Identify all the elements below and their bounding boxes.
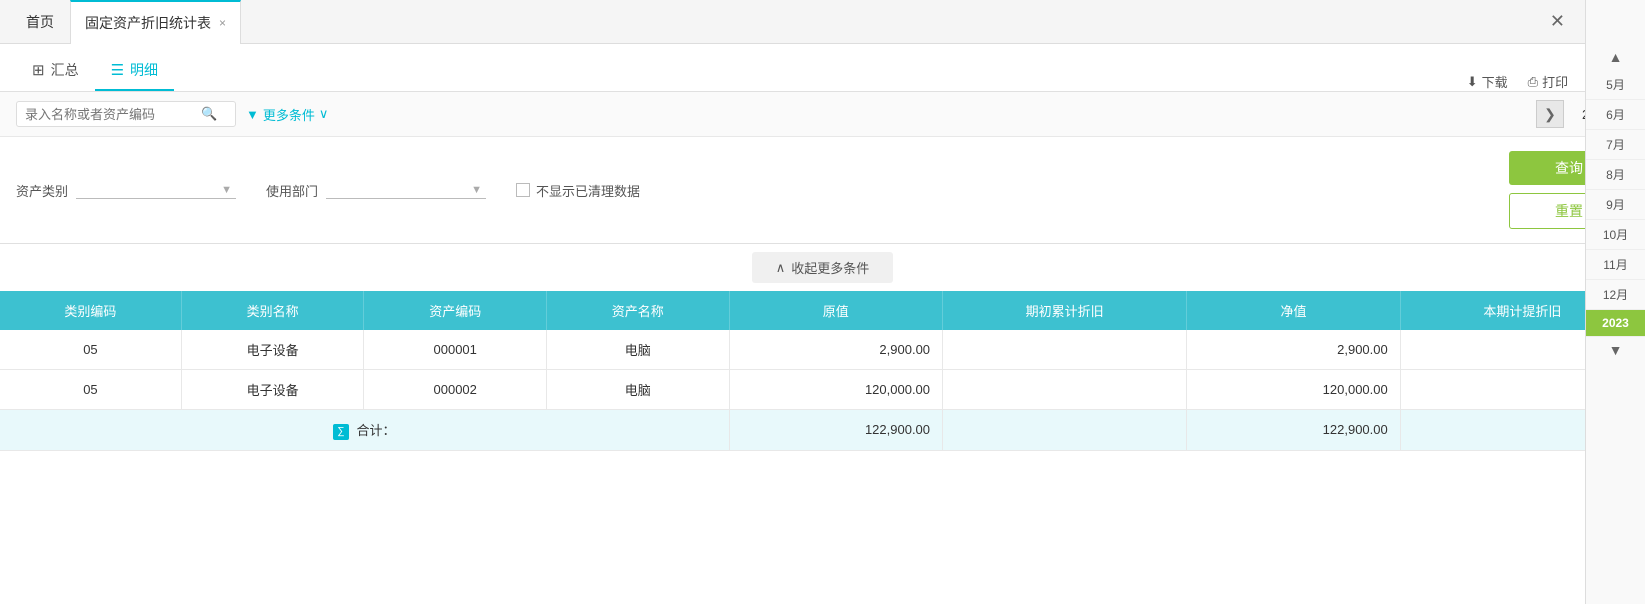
cell-accumulated-depreciation [943,370,1187,410]
department-select[interactable]: ▼ [326,182,486,199]
detail-icon: ☰ [111,61,124,79]
th-accumulated-depreciation: 期初累计折旧 [943,291,1187,330]
month-10[interactable]: 10月 [1586,220,1645,250]
hide-cleared-label: 不显示已清理数据 [536,181,640,200]
department-arrow: ▼ [471,184,482,196]
asset-category-select[interactable]: ▼ [76,182,236,199]
tab-summary-label: 汇总 [51,60,79,80]
download-label: 下载 [1482,72,1508,91]
cell-asset-code: 000002 [364,370,547,410]
summary-original-value: 122,900.00 [729,410,943,451]
cell-net-value: 120,000.00 [1187,370,1401,410]
department-filter: 使用部门 ▼ [266,181,486,200]
filter-icon: ▼ [246,107,259,122]
th-net-value: 净值 [1187,291,1401,330]
search-input-wrap[interactable]: 🔍 [16,101,236,127]
active-tab[interactable]: 固定资产折旧统计表 × [70,0,241,44]
summary-accumulated [943,410,1187,451]
month-5[interactable]: 5月 [1586,70,1645,100]
cell-original-value: 2,900.00 [729,330,943,370]
tab-close-icon[interactable]: × [219,1,226,45]
month-12[interactable]: 12月 [1586,280,1645,310]
collapse-row: ∧ 收起更多条件 [0,244,1645,291]
th-category-code: 类别编码 [0,291,181,330]
table-row: 05 电子设备 000002 电脑 120,000.00 120,000.00 [0,370,1645,410]
asset-category-arrow: ▼ [221,184,232,196]
month-7[interactable]: 7月 [1586,130,1645,160]
cell-original-value: 120,000.00 [729,370,943,410]
window-close-button[interactable]: ✕ [1550,11,1565,32]
cell-asset-name: 电脑 [546,370,729,410]
chevron-down-icon: ∨ [319,106,329,122]
print-label: 打印 [1542,72,1568,91]
tab-detail[interactable]: ☰ 明细 [95,51,174,91]
sub-tabs-bar: ⊞ 汇总 ☰ 明细 ⬇ 下载 ⎙ 打印 ↺ 刷新 [0,44,1645,92]
nav-up-button[interactable]: ▲ [1586,44,1645,70]
summary-row: ∑ 合计： 122,900.00 122,900.00 [0,410,1645,451]
nav-down-button[interactable]: ▼ [1586,337,1645,363]
home-tab[interactable]: 首页 [10,0,70,44]
summary-icon: ⊞ [32,61,45,79]
summary-label-cell: ∑ 合计： [0,410,729,451]
department-label: 使用部门 [266,181,318,200]
summary-net-value: 122,900.00 [1187,410,1401,451]
cell-asset-code: 000001 [364,330,547,370]
month-8[interactable]: 8月 [1586,160,1645,190]
cell-accumulated-depreciation [943,330,1187,370]
advanced-filter: 资产类别 ▼ 使用部门 ▼ 不显示已清理数据 查询 重置 [0,137,1645,244]
cell-asset-name: 电脑 [546,330,729,370]
chevron-up-icon: ∧ [776,260,786,276]
print-button[interactable]: ⎙ 打印 [1528,72,1568,91]
tab-summary[interactable]: ⊞ 汇总 [16,51,95,91]
cell-category-code: 05 [0,330,181,370]
cell-category-name: 电子设备 [181,330,364,370]
th-category-name: 类别名称 [181,291,364,330]
download-button[interactable]: ⬇ 下载 [1467,72,1508,91]
checkbox-box [516,183,530,197]
download-icon: ⬇ [1467,74,1478,90]
tab-detail-label: 明细 [130,60,158,80]
main-content: ⊞ 汇总 ☰ 明细 ⬇ 下载 ⎙ 打印 ↺ 刷新 🔍 [0,44,1645,604]
month-6[interactable]: 6月 [1586,100,1645,130]
th-asset-name: 资产名称 [546,291,729,330]
cell-net-value: 2,900.00 [1187,330,1401,370]
nav-right-arrow[interactable]: ❯ [1536,100,1564,128]
right-panel: ▲ 5月 6月 7月 8月 9月 10月 11月 12月 2023 ▼ [1585,0,1645,604]
print-icon: ⎙ [1528,74,1538,90]
th-original-value: 原值 [729,291,943,330]
table-wrap: 类别编码 类别名称 资产编码 资产名称 原值 期初累计折旧 净值 本期计提折旧 … [0,291,1645,604]
filter-bar: 🔍 ▼ 更多条件 ∨ ❯ 2023.01 [0,92,1645,137]
filter-row: 资产类别 ▼ 使用部门 ▼ 不显示已清理数据 查询 重置 [16,151,1629,229]
data-table: 类别编码 类别名称 资产编码 资产名称 原值 期初累计折旧 净值 本期计提折旧 … [0,291,1645,451]
top-bar: 首页 固定资产折旧统计表 × ✕ [0,0,1645,44]
active-tab-label: 固定资产折旧统计表 [85,1,211,45]
table-header-row: 类别编码 类别名称 资产编码 资产名称 原值 期初累计折旧 净值 本期计提折旧 [0,291,1645,330]
more-conditions-label: 更多条件 [263,105,315,124]
month-11[interactable]: 11月 [1586,250,1645,280]
search-icon[interactable]: 🔍 [201,106,217,122]
asset-category-filter: 资产类别 ▼ [16,181,236,200]
year-label[interactable]: 2023 [1586,310,1645,337]
search-input[interactable] [25,107,195,122]
more-conditions-button[interactable]: ▼ 更多条件 ∨ [246,105,328,124]
month-9[interactable]: 9月 [1586,190,1645,220]
collapse-button[interactable]: ∧ 收起更多条件 [752,252,894,283]
hide-cleared-checkbox[interactable]: 不显示已清理数据 [516,181,640,200]
table-row: 05 电子设备 000001 电脑 2,900.00 2,900.00 [0,330,1645,370]
collapse-label: 收起更多条件 [791,258,869,277]
cell-category-code: 05 [0,370,181,410]
th-asset-code: 资产编码 [364,291,547,330]
asset-category-label: 资产类别 [16,181,68,200]
summary-icon: ∑ [333,424,349,440]
cell-category-name: 电子设备 [181,370,364,410]
